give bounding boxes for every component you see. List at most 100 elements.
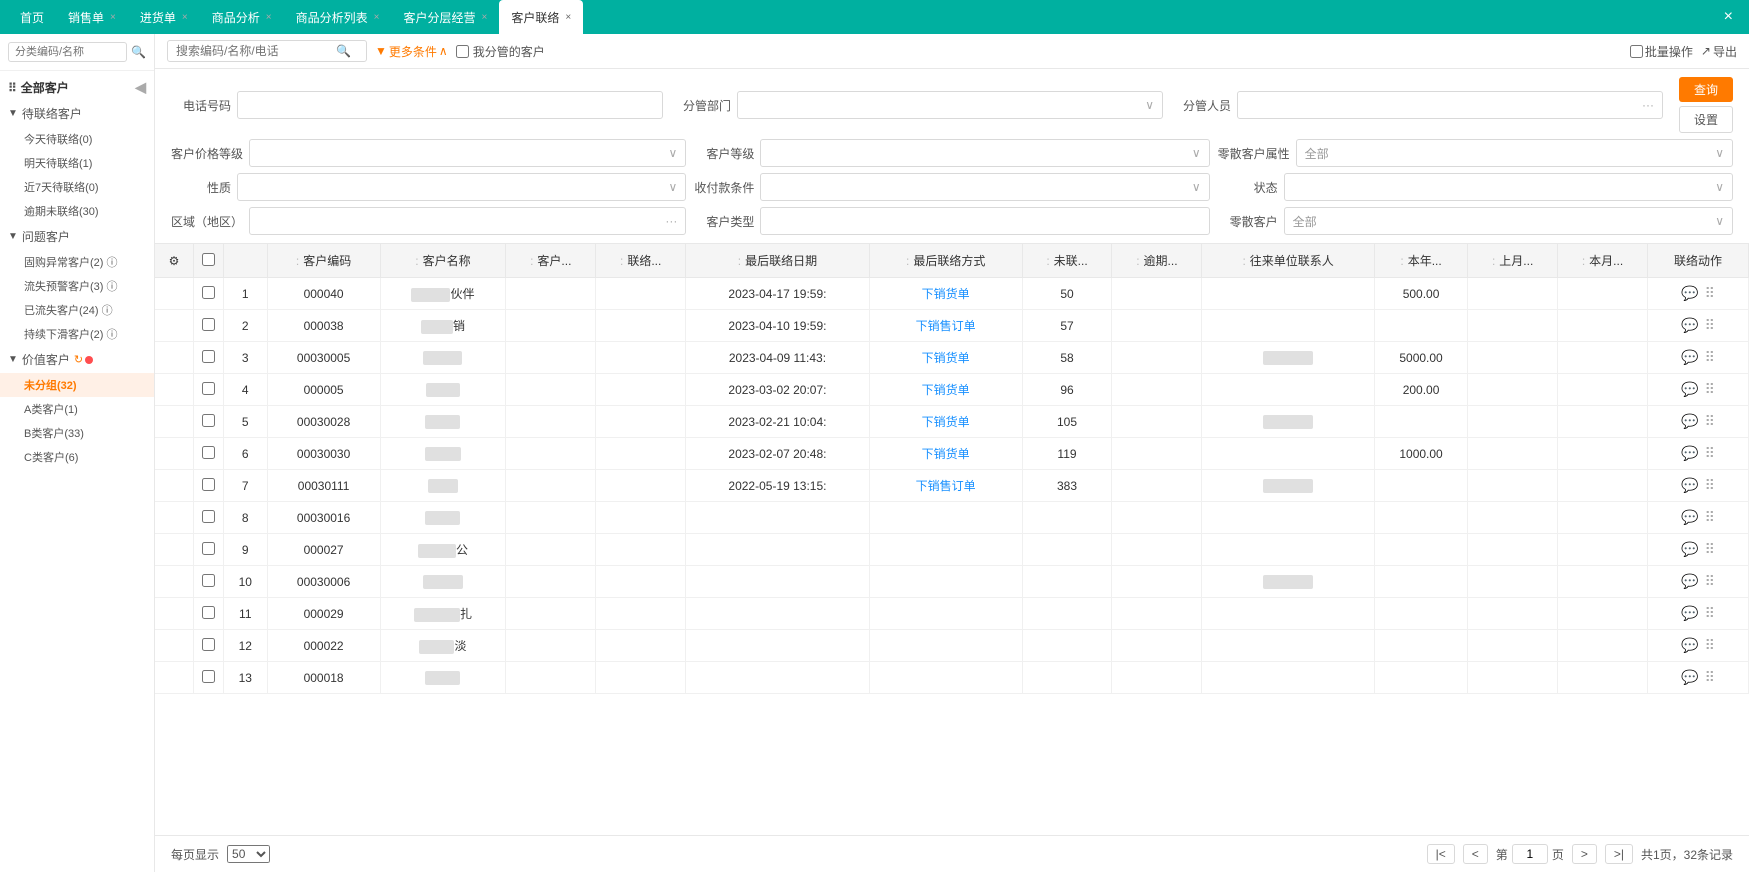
chat-icon-1[interactable]: 💬 — [1681, 317, 1698, 334]
th-this-year[interactable]: :本年... — [1374, 244, 1467, 278]
row-check-8[interactable] — [202, 542, 215, 555]
chat-icon-3[interactable]: 💬 — [1681, 381, 1698, 398]
close-tab-customer-contact[interactable]: × — [565, 12, 571, 23]
contact-method-link-5[interactable]: 下销货单 — [922, 447, 970, 461]
menu-icon-8[interactable]: ⠿ — [1705, 541, 1715, 558]
sidebar-item-unclassified[interactable]: 未分组(32) — [0, 373, 154, 397]
person-select[interactable]: ··· — [1237, 91, 1663, 119]
row-check-2[interactable] — [202, 350, 215, 363]
sidebar-item-declining[interactable]: 持续下滑客户(2) ⓘ — [0, 322, 154, 346]
per-page-select[interactable]: 50 100 200 — [227, 845, 270, 863]
batch-op-btn[interactable]: 批量操作 — [1630, 43, 1693, 60]
row-check-5[interactable] — [202, 446, 215, 459]
chat-icon-5[interactable]: 💬 — [1681, 445, 1698, 462]
row-check-1[interactable] — [202, 318, 215, 331]
group-header-value[interactable]: ▼ 价值客户 ↻ — [0, 346, 154, 373]
menu-icon-9[interactable]: ⠿ — [1705, 573, 1715, 590]
row-check-12[interactable] — [202, 670, 215, 683]
sidebar-search-input[interactable] — [8, 42, 127, 62]
th-last-contact-date[interactable]: :最后联络日期 — [686, 244, 870, 278]
payment-select[interactable]: ∨ — [760, 173, 1209, 201]
row-check-9[interactable] — [202, 574, 215, 587]
sidebar-item-7day-contact[interactable]: 近7天待联络(0) — [0, 175, 154, 199]
phone-input[interactable] — [237, 91, 663, 119]
sidebar-item-today-contact[interactable]: 今天待联络(0) — [0, 127, 154, 151]
retail-customer-select[interactable]: 全部 ∨ — [1284, 207, 1733, 235]
price-level-select[interactable]: ∨ — [249, 139, 686, 167]
close-tab-sales[interactable]: × — [110, 12, 116, 23]
contact-method-link-2[interactable]: 下销货单 — [922, 351, 970, 365]
contact-method-link-0[interactable]: 下销货单 — [922, 287, 970, 301]
group-header-problem[interactable]: ▼ 问题客户 — [0, 223, 154, 250]
row-check-10[interactable] — [202, 606, 215, 619]
batch-op-checkbox[interactable] — [1630, 45, 1643, 58]
th-code[interactable]: :客户编码 — [267, 244, 380, 278]
region-select[interactable]: ··· — [249, 207, 686, 235]
chat-icon-12[interactable]: 💬 — [1681, 669, 1698, 686]
export-btn[interactable]: ↗ 导出 — [1701, 43, 1737, 60]
chat-icon-7[interactable]: 💬 — [1681, 509, 1698, 526]
chat-icon-11[interactable]: 💬 — [1681, 637, 1698, 654]
row-check-6[interactable] — [202, 478, 215, 491]
close-tab-product-analysis[interactable]: × — [266, 12, 272, 23]
sidebar-item-abnormal[interactable]: 固购异常客户(2) ⓘ — [0, 250, 154, 274]
last-page-btn[interactable]: >| — [1605, 844, 1633, 864]
menu-icon-11[interactable]: ⠿ — [1705, 637, 1715, 654]
collapse-icon[interactable]: ◀ — [135, 79, 146, 96]
next-page-btn[interactable]: > — [1572, 844, 1597, 864]
group-header-waiting[interactable]: ▼ 待联络客户 — [0, 100, 154, 127]
row-check-4[interactable] — [202, 414, 215, 427]
main-search-input[interactable] — [176, 44, 336, 58]
contact-method-link-4[interactable]: 下销货单 — [922, 415, 970, 429]
th-contact-person[interactable]: :往来单位联系人 — [1202, 244, 1375, 278]
status-select[interactable]: ∨ — [1284, 173, 1733, 201]
th-no-contact-days[interactable]: :未联... — [1022, 244, 1112, 278]
customer-type-select[interactable] — [760, 207, 1209, 235]
dept-select[interactable]: ∨ — [737, 91, 1163, 119]
sidebar-item-tomorrow-contact[interactable]: 明天待联络(1) — [0, 151, 154, 175]
menu-icon-3[interactable]: ⠿ — [1705, 381, 1715, 398]
menu-icon-4[interactable]: ⠿ — [1705, 413, 1715, 430]
th-last-contact-method[interactable]: :最后联络方式 — [869, 244, 1022, 278]
row-check-11[interactable] — [202, 638, 215, 651]
search-button[interactable]: 查询 — [1679, 77, 1733, 102]
more-conditions-btn[interactable]: ▼ 更多条件 ∧ — [375, 43, 448, 60]
main-search-icon[interactable]: 🔍 — [336, 44, 351, 58]
sidebar-item-overdue-contact[interactable]: 逾期未联络(30) — [0, 199, 154, 223]
th-settings[interactable]: ⚙ — [155, 244, 193, 278]
contact-method-link-1[interactable]: 下销售订单 — [916, 319, 976, 333]
select-all-checkbox[interactable] — [202, 253, 215, 266]
th-last-month[interactable]: :上月... — [1468, 244, 1558, 278]
menu-icon-5[interactable]: ⠿ — [1705, 445, 1715, 462]
window-close-icon[interactable]: × — [1716, 8, 1741, 26]
menu-icon-2[interactable]: ⠿ — [1705, 349, 1715, 366]
contact-method-link-3[interactable]: 下销货单 — [922, 383, 970, 397]
tab-purchase[interactable]: 进货单 × — [128, 0, 200, 34]
menu-icon-0[interactable]: ⠿ — [1705, 285, 1715, 302]
sidebar-item-churned[interactable]: 已流失客户(24) ⓘ — [0, 298, 154, 322]
tab-customer-segment[interactable]: 客户分层经营 × — [391, 0, 499, 34]
first-page-btn[interactable]: |< — [1427, 844, 1455, 864]
all-customers-header[interactable]: ⠿ 全部客户 ◀ — [0, 71, 154, 100]
refresh-icon[interactable]: ↻ — [74, 353, 83, 366]
close-tab-product-analysis-list[interactable]: × — [374, 12, 380, 23]
chat-icon-8[interactable]: 💬 — [1681, 541, 1698, 558]
page-input[interactable] — [1512, 844, 1548, 864]
chat-icon-6[interactable]: 💬 — [1681, 477, 1698, 494]
tab-product-analysis-list[interactable]: 商品分析列表 × — [284, 0, 392, 34]
th-contact[interactable]: :联络... — [596, 244, 686, 278]
th-name[interactable]: :客户名称 — [380, 244, 506, 278]
chat-icon-10[interactable]: 💬 — [1681, 605, 1698, 622]
row-check-7[interactable] — [202, 510, 215, 523]
row-check-0[interactable] — [202, 286, 215, 299]
sidebar-item-churn-warning[interactable]: 流失预警客户(3) ⓘ — [0, 274, 154, 298]
menu-icon-7[interactable]: ⠿ — [1705, 509, 1715, 526]
chat-icon-9[interactable]: 💬 — [1681, 573, 1698, 590]
tab-home[interactable]: 首页 — [8, 0, 56, 34]
th-this-month[interactable]: :本月... — [1558, 244, 1648, 278]
sidebar-search-icon[interactable]: 🔍 — [131, 45, 146, 59]
reset-button[interactable]: 设置 — [1679, 106, 1733, 133]
row-check-3[interactable] — [202, 382, 215, 395]
chat-icon-4[interactable]: 💬 — [1681, 413, 1698, 430]
chat-icon-0[interactable]: 💬 — [1681, 285, 1698, 302]
